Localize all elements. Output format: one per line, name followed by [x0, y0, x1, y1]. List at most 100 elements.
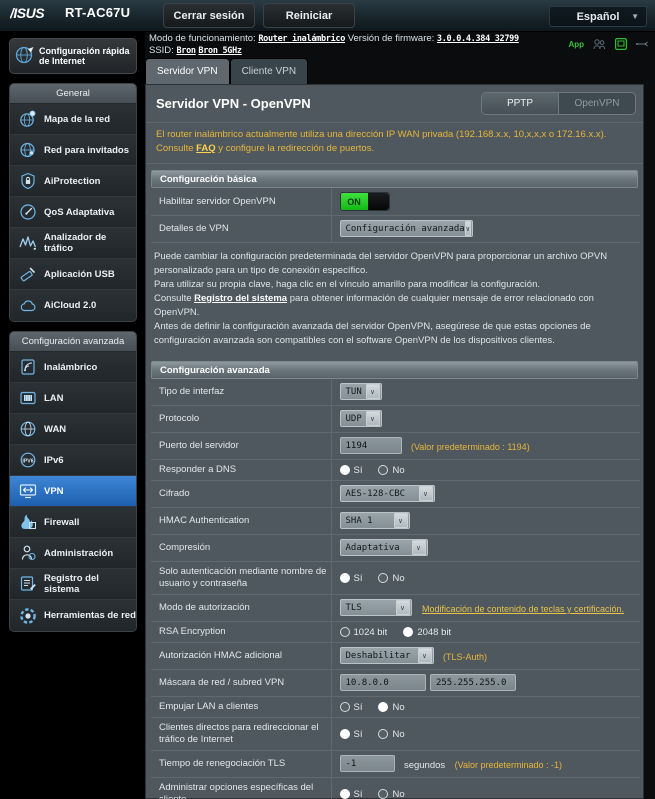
userpass-only-cell: Sí No	[331, 562, 640, 595]
sidebar-item-system-log[interactable]: Registro del sistema	[10, 569, 136, 600]
sidebar-item-network-map[interactable]: Mapa de la red	[10, 104, 136, 135]
tab-vpn-client[interactable]: Cliente VPN	[229, 58, 309, 84]
system-log-link[interactable]: Registro del sistema	[194, 293, 287, 304]
vpn-subnet-input[interactable]: 10.8.0.0	[339, 674, 426, 692]
app-icon[interactable]: App	[568, 39, 584, 50]
language-selector[interactable]: Español ▼	[549, 6, 647, 27]
sidebar-item-firewall[interactable]: Firewall	[10, 507, 136, 538]
sidebar-item-adaptive-qos[interactable]: QoS Adaptativa	[10, 197, 136, 228]
manage-client-yes-radio[interactable]	[339, 789, 350, 799]
userpass-only-radio-group: Sí No	[339, 573, 641, 584]
sidebar-item-vpn[interactable]: VPN	[10, 476, 136, 507]
userpass-only-label: Solo autenticación mediante nombre de us…	[151, 561, 332, 595]
openvpn-button[interactable]: OpenVPN	[559, 93, 635, 114]
respond-dns-no-radio[interactable]	[378, 465, 389, 475]
interface-type-select[interactable]: TUN ∨	[339, 383, 382, 401]
description-line-1: Puede cambiar la configuración predeterm…	[154, 251, 608, 276]
push-lan-no-radio[interactable]	[378, 702, 389, 712]
status-icon-tray: App	[568, 38, 649, 50]
rsa-1024-radio[interactable]	[339, 627, 350, 637]
logout-button[interactable]: Cerrar sesión	[163, 3, 255, 28]
ssid-24ghz[interactable]: Bron	[176, 46, 196, 56]
chevron-down-icon: ∨	[365, 384, 380, 400]
userpass-only-no-radio[interactable]	[378, 573, 389, 583]
redirect-internet-cell: Sí No	[331, 718, 640, 751]
firmware-label: Versión de firmware:	[347, 33, 435, 44]
vpn-netmask-input[interactable]: 255.255.255.0	[429, 674, 516, 692]
cipher-label: Cifrado	[151, 480, 332, 508]
userpass-only-yes-radio[interactable]	[339, 573, 350, 583]
sidebar-item-aicloud[interactable]: AiCloud 2.0	[10, 290, 136, 321]
faq-link[interactable]: FAQ	[196, 143, 216, 154]
redirect-internet-no-radio[interactable]	[378, 729, 389, 739]
sidebar-group-advanced: Configuración avanzada Inalámbrico LAN W…	[9, 331, 137, 632]
printer-icon[interactable]	[615, 38, 627, 50]
respond-dns-label: Responder a DNS	[151, 459, 332, 481]
protocol-value: UDP	[345, 413, 362, 424]
router-model: RT-AC67U	[65, 5, 131, 20]
sidebar-item-aiprotection[interactable]: AiProtection	[10, 166, 136, 197]
table-row: RSA Encryption 1024 bit 2048 bit	[151, 621, 640, 643]
enable-openvpn-toggle[interactable]: ON	[339, 192, 390, 211]
vpn-details-label: Detalles de VPN	[151, 215, 332, 243]
sidebar-label: Mapa de la red	[44, 113, 110, 125]
compression-label: Compresión	[151, 534, 332, 562]
sidebar-label: Analizador de tráfico	[44, 232, 107, 254]
sidebar-item-network-tools[interactable]: Herramientas de red	[10, 600, 136, 631]
reboot-button[interactable]: Reiniciar	[263, 3, 355, 28]
hmac-auth-label: HMAC Authentication	[151, 507, 332, 535]
table-row: Tipo de interfaz TUN ∨	[151, 379, 640, 406]
respond-dns-yes-label: Sí	[353, 464, 363, 476]
cipher-select[interactable]: AES-128-CBC ∨	[339, 485, 435, 503]
table-row: Protocolo UDP ∨	[151, 405, 640, 433]
section-header-basic: Configuración básica	[151, 170, 638, 188]
extra-hmac-select[interactable]: Deshabilitar ∨	[339, 647, 434, 665]
notice-text-post: y configure la redirección de puertos.	[215, 142, 375, 154]
cipher-value: AES-128-CBC	[345, 488, 406, 499]
sidebar-advanced-header: Configuración avanzada	[10, 332, 136, 352]
manage-client-yes-label: Sí	[353, 788, 363, 799]
sidebar-item-wireless[interactable]: Inalámbrico	[10, 352, 136, 383]
manage-client-no-radio[interactable]	[378, 789, 389, 799]
manage-client-radio-group: Sí No	[339, 788, 641, 799]
sidebar-item-ipv6[interactable]: IPV6 IPv6	[10, 445, 136, 476]
compression-select[interactable]: Adaptativa ∨	[339, 539, 428, 557]
sidebar-item-traffic-analyzer[interactable]: Analizador de tráfico	[10, 228, 136, 259]
sidebar-item-administration[interactable]: Administración	[10, 538, 136, 569]
firmware-value[interactable]: 3.0.0.4.384_32799	[437, 34, 519, 44]
auth-mode-select[interactable]: TLS ∨	[339, 599, 412, 617]
vpn-details-select[interactable]: Configuración avanzada ∨	[339, 220, 473, 238]
ssid-5ghz[interactable]: Bron_5GHz	[198, 46, 242, 56]
quick-internet-setup-button[interactable]: Configuración rápida de Internet	[9, 38, 137, 74]
push-lan-no-label: No	[392, 701, 405, 713]
tls-reneg-input[interactable]: -1	[339, 755, 395, 773]
users-icon[interactable]	[593, 38, 606, 50]
extra-hmac-label: Autorización HMAC adicional	[151, 642, 332, 670]
router-admin-page: /ISUS RT-AC67U Cerrar sesión Reiniciar E…	[0, 0, 655, 799]
hmac-auth-select[interactable]: SHA 1 ∨	[339, 512, 410, 530]
page-title: Servidor VPN - OpenVPN	[156, 96, 311, 111]
sidebar-item-lan[interactable]: LAN	[10, 383, 136, 414]
pptp-button[interactable]: PPTP	[482, 93, 559, 114]
table-row: Puerto del servidor 1194 (Valor predeter…	[151, 432, 640, 460]
operation-mode-value[interactable]: Router inalámbrico	[258, 34, 345, 44]
respond-dns-yes-radio[interactable]	[339, 465, 350, 475]
rsa-2048-radio[interactable]	[403, 627, 414, 637]
protocol-select[interactable]: UDP ∨	[339, 410, 382, 428]
hmac-auth-value: SHA 1	[345, 515, 373, 526]
vpn-icon	[19, 484, 37, 499]
push-lan-yes-radio[interactable]	[339, 702, 350, 712]
table-row: Máscara de red / subred VPN 10.8.0.0 255…	[151, 669, 640, 697]
tab-bar: Servidor VPN Cliente VPN	[145, 58, 309, 84]
key-cert-edit-link[interactable]: Modificación de contenido de teclas y ce…	[422, 604, 624, 614]
sidebar-item-guest-network[interactable]: Red para invitados	[10, 135, 136, 166]
respond-dns-cell: Sí No	[331, 460, 640, 481]
guest-network-icon	[20, 142, 35, 158]
usb-icon[interactable]	[636, 39, 649, 49]
sidebar-item-wan[interactable]: WAN	[10, 414, 136, 445]
server-port-input[interactable]: 1194	[339, 437, 402, 455]
tab-vpn-server[interactable]: Servidor VPN	[145, 58, 230, 84]
compression-cell: Adaptativa ∨	[331, 535, 640, 562]
redirect-internet-yes-radio[interactable]	[339, 729, 350, 739]
sidebar-item-usb-application[interactable]: Aplicación USB	[10, 259, 136, 290]
